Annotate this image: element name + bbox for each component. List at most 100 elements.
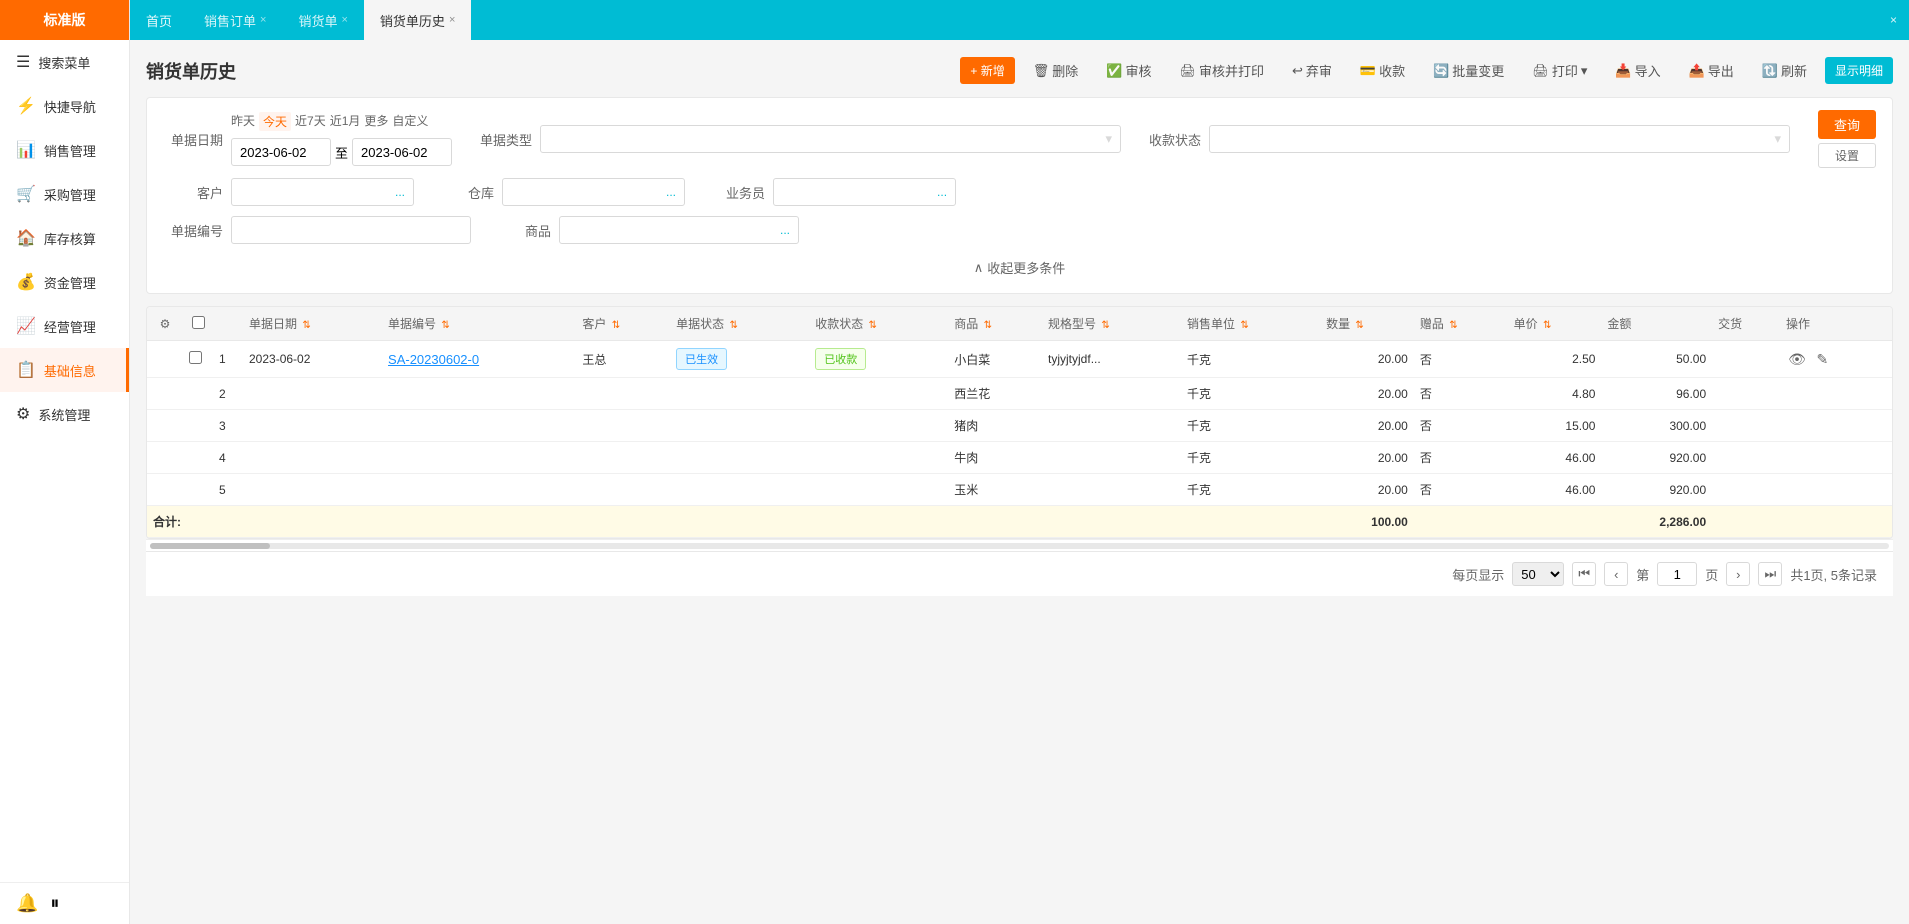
sidebar-item-system-mgmt[interactable]: ⚙ 系统管理 [0, 392, 129, 436]
page-title: 销货单历史 [146, 58, 236, 84]
cell-pay-status [809, 474, 948, 506]
table-row: 2 西兰花 千克 20.00 否 4.80 96.00 [147, 378, 1892, 410]
shortcut-7days[interactable]: 近7天 [295, 112, 326, 131]
cell-checkbox[interactable] [183, 341, 213, 378]
edit-action-button[interactable]: ✎ [1811, 348, 1833, 370]
cell-checkbox[interactable] [183, 442, 213, 474]
goods-picker-icon[interactable]: ... [780, 223, 790, 237]
sidebar-item-operations[interactable]: 📈 经营管理 [0, 304, 129, 348]
sidebar-item-basic-info[interactable]: 📋 基础信息 [0, 348, 129, 392]
new-button[interactable]: + 新增 [960, 57, 1014, 84]
sidebar-item-fund-mgmt[interactable]: 💰 资金管理 [0, 260, 129, 304]
th-checkbox[interactable] [183, 307, 213, 341]
tab-sales-history[interactable]: 销货单历史 × [364, 0, 471, 40]
tab-sales-order[interactable]: 销售订单 × [188, 0, 282, 40]
date-from-input[interactable] [231, 138, 331, 166]
th-unit[interactable]: 销售单位 ⇅ [1181, 307, 1320, 341]
batch-change-button[interactable]: 🔄 批量变更 [1423, 56, 1514, 85]
warehouse-input[interactable] [511, 185, 666, 199]
collapse-filter-button[interactable]: ∧ 收起更多条件 [163, 254, 1876, 281]
cell-checkbox[interactable] [183, 410, 213, 442]
next-page-button[interactable]: › [1726, 562, 1750, 586]
pause-icon[interactable]: ⏸ [50, 893, 59, 914]
customer-input[interactable] [240, 185, 395, 199]
sidebar-item-sales-mgmt[interactable]: 📊 销售管理 [0, 128, 129, 172]
th-qty[interactable]: 数量 ⇅ [1320, 307, 1414, 341]
cell-checkbox[interactable] [183, 378, 213, 410]
delete-button[interactable]: 🗑 删除 [1023, 56, 1089, 85]
th-goods[interactable]: 商品 ⇅ [948, 307, 1042, 341]
sidebar-item-quick-nav[interactable]: ⚡ 快捷导航 [0, 84, 129, 128]
sidebar-item-inventory[interactable]: 🏠 库存核算 [0, 216, 129, 260]
tab-sales-goods[interactable]: 销货单 × [282, 0, 363, 40]
th-gift[interactable]: 赠品 ⇅ [1414, 307, 1508, 341]
date-range-separator: 至 [335, 143, 348, 162]
customer-picker-icon[interactable]: ... [395, 185, 405, 199]
cell-unit: 千克 [1181, 474, 1320, 506]
th-settings[interactable]: ⚙ [147, 307, 183, 341]
collect-icon: 💳 [1360, 63, 1376, 79]
close-all-button[interactable]: × [1878, 13, 1909, 27]
cell-doc-no [382, 442, 576, 474]
goods-input[interactable] [568, 223, 780, 237]
sales-mgmt-icon: 📊 [16, 140, 36, 160]
page-number-input[interactable] [1657, 562, 1697, 586]
sidebar-item-search-menu[interactable]: ☰ 搜索菜单 [0, 40, 129, 84]
th-pay-status[interactable]: 收款状态 ⇅ [809, 307, 948, 341]
cell-goods: 玉米 [948, 474, 1042, 506]
prev-page-button[interactable]: ‹ [1604, 562, 1628, 586]
query-button[interactable]: 查询 [1818, 110, 1876, 139]
staff-picker-icon[interactable]: ... [937, 185, 947, 199]
th-price[interactable]: 单价 ⇅ [1508, 307, 1602, 341]
th-spec[interactable]: 规格型号 ⇅ [1042, 307, 1181, 341]
horizontal-scrollbar[interactable] [146, 539, 1893, 551]
show-detail-button[interactable]: 显示明细 [1825, 57, 1893, 84]
scrollbar-thumb[interactable] [150, 543, 270, 549]
shortcut-today[interactable]: 今天 [259, 112, 291, 131]
review-button[interactable]: ✅ 审核 [1096, 56, 1161, 85]
collect-button[interactable]: 💳 收款 [1350, 56, 1415, 85]
doc-no-input[interactable] [231, 216, 471, 244]
settings-button[interactable]: 设置 [1818, 143, 1876, 168]
cell-trade [1712, 410, 1780, 442]
doc-type-label: 单据类型 [472, 130, 532, 149]
th-doc-status[interactable]: 单据状态 ⇅ [670, 307, 809, 341]
import-button[interactable]: 📥 导入 [1605, 56, 1670, 85]
warehouse-picker-icon[interactable]: ... [666, 185, 676, 199]
shortcut-custom[interactable]: 自定义 [392, 112, 428, 131]
summary-qty-label [948, 506, 1320, 538]
doc-no-link[interactable]: SA-20230602-0 [388, 352, 479, 367]
tab-home[interactable]: 首页 [130, 0, 188, 40]
cell-doc-date [243, 378, 382, 410]
tab-sales-goods-close[interactable]: × [341, 14, 347, 26]
shortcut-yesterday[interactable]: 昨天 [231, 112, 255, 131]
first-page-button[interactable]: ⏮ [1572, 562, 1596, 586]
pay-status-badge: 已收款 [815, 348, 866, 370]
th-customer[interactable]: 客户 ⇅ [576, 307, 670, 341]
abandon-button[interactable]: ↩ 弃审 [1282, 56, 1342, 85]
tab-sales-history-close[interactable]: × [449, 14, 455, 26]
staff-input[interactable] [782, 185, 937, 199]
th-doc-no[interactable]: 单据编号 ⇅ [382, 307, 576, 341]
tab-sales-order-close[interactable]: × [260, 14, 266, 26]
per-page-select[interactable]: 50 20 100 200 [1512, 562, 1564, 586]
export-button[interactable]: 📤 导出 [1679, 56, 1744, 85]
refresh-button[interactable]: 🔃 刷新 [1752, 56, 1817, 85]
row-checkbox[interactable] [189, 351, 202, 364]
cell-checkbox[interactable] [183, 474, 213, 506]
select-all-checkbox[interactable] [192, 316, 205, 329]
cell-amount: 50.00 [1601, 341, 1712, 378]
th-doc-date[interactable]: 单据日期 ⇅ [243, 307, 382, 341]
shortcut-more[interactable]: 更多 [364, 112, 388, 131]
notification-icon[interactable]: 🔔 [16, 893, 38, 914]
sidebar-item-purchase-mgmt[interactable]: 🛒 采购管理 [0, 172, 129, 216]
last-page-button[interactable]: ⏭ [1758, 562, 1782, 586]
print-button[interactable]: 🖨 打印 ▾ [1522, 56, 1597, 85]
review-print-button[interactable]: 🖨 审核并打印 [1169, 56, 1274, 85]
date-to-input[interactable] [352, 138, 452, 166]
doc-type-input[interactable] [549, 132, 1105, 146]
table-row: 3 猪肉 千克 20.00 否 15.00 300.00 [147, 410, 1892, 442]
shortcut-1month[interactable]: 近1月 [330, 112, 361, 131]
view-action-button[interactable]: 👁 [1786, 348, 1808, 370]
payment-status-input[interactable] [1218, 132, 1774, 146]
